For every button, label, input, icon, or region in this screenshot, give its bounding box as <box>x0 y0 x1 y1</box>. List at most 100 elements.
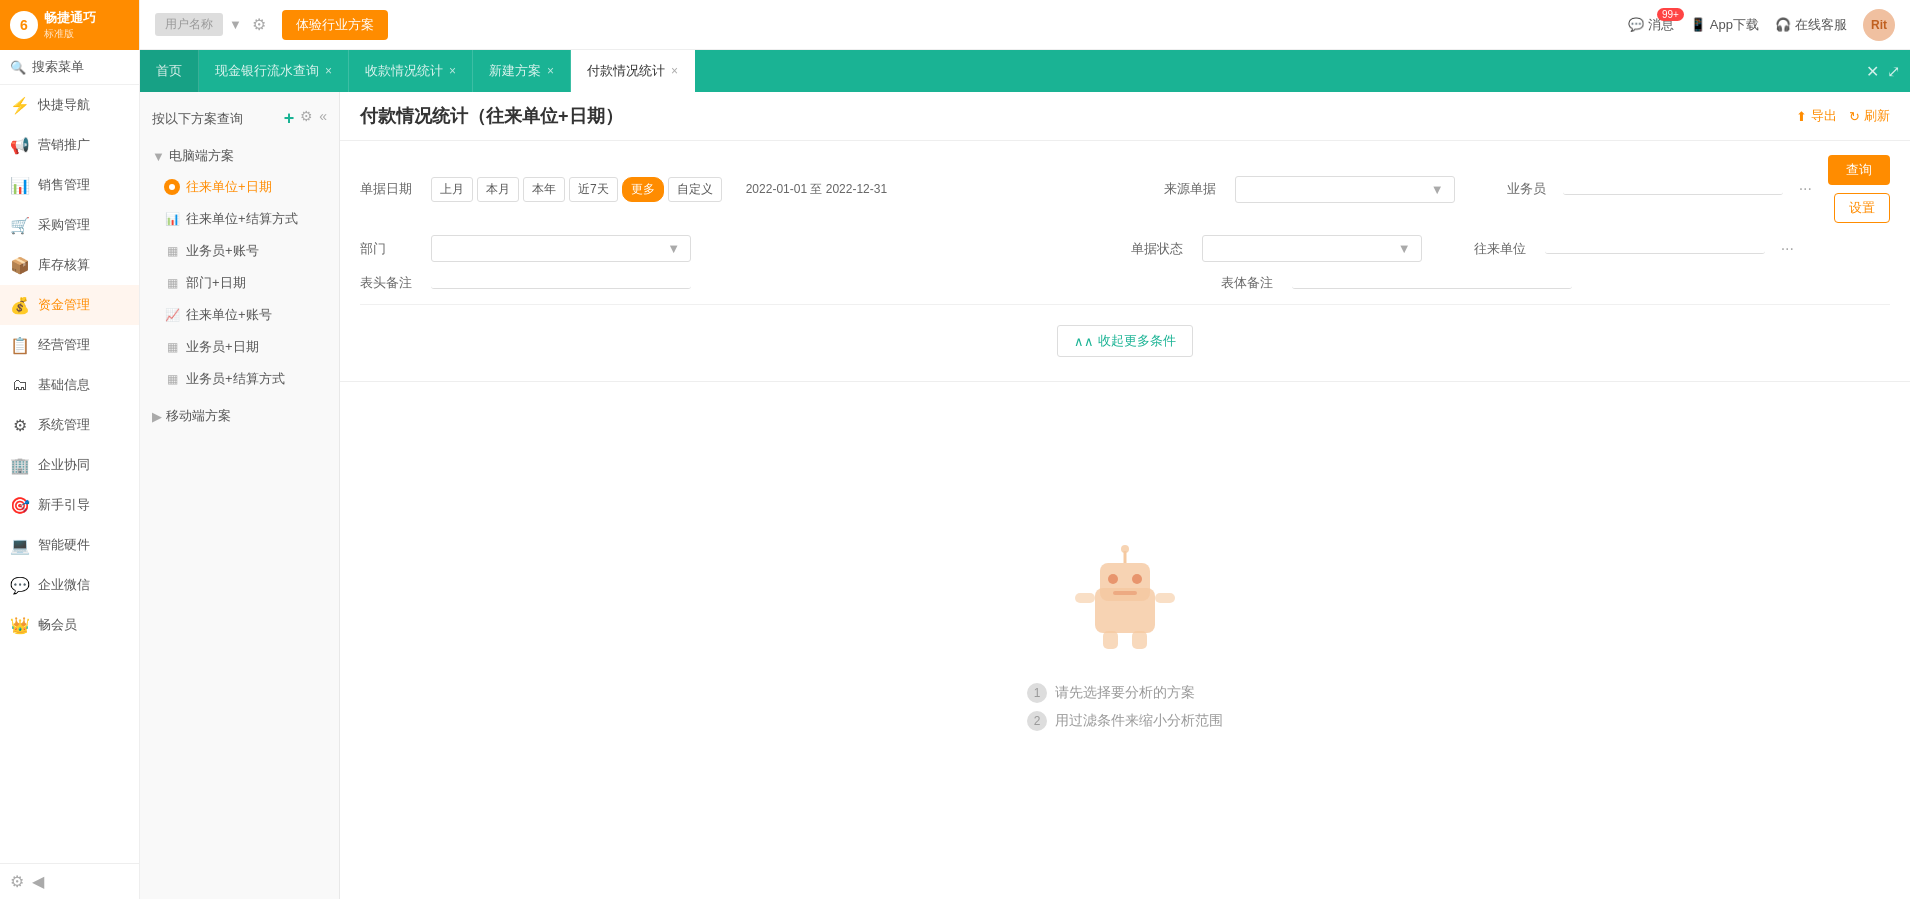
staff-more-btn[interactable]: ··· <box>1799 180 1812 198</box>
panel-collapse-btn[interactable]: « <box>319 108 327 129</box>
empty-state: 1 请先选择要分析的方案 2 用过滤条件来缩小分析范围 <box>340 382 1910 899</box>
panel-add-btn[interactable]: + <box>284 108 295 129</box>
scheme-group-name: 电脑端方案 <box>169 147 234 165</box>
body-note-input[interactable] <box>1292 278 1572 289</box>
sidebar-logo: 6 畅捷通巧 标准版 <box>0 0 139 50</box>
filter-row-3: 表头备注 表体备注 <box>360 274 1890 292</box>
source-label: 来源单据 <box>1164 180 1219 198</box>
online-service-label: 在线客服 <box>1795 16 1847 34</box>
tab-receipt-stats[interactable]: 收款情况统计 × <box>349 50 473 92</box>
tab-payment-stats[interactable]: 付款情况统计 × <box>571 50 695 92</box>
sidebar-item-vip[interactable]: 👑 畅会员 <box>0 605 139 645</box>
right-main: 付款情况统计（往来单位+日期） ⬆ 导出 ↻ 刷新 单据日期 <box>340 92 1910 899</box>
scheme-item-staff-account[interactable]: ▦ 业务员+账号 <box>140 235 339 267</box>
service-icon: 🎧 <box>1775 17 1791 32</box>
app-download-btn[interactable]: 📱 App下载 <box>1690 16 1759 34</box>
tab-close-icon[interactable]: × <box>671 64 678 78</box>
sidebar-item-inventory[interactable]: 📦 库存核算 <box>0 245 139 285</box>
tab-new-plan[interactable]: 新建方案 × <box>473 50 571 92</box>
operation-icon: 📋 <box>10 335 30 355</box>
export-btn[interactable]: ⬆ 导出 <box>1796 107 1837 125</box>
query-btn[interactable]: 查询 <box>1828 155 1890 185</box>
sidebar-item-marketing[interactable]: 📢 营销推广 <box>0 125 139 165</box>
date-btn-this-year[interactable]: 本年 <box>523 177 565 202</box>
sidebar-item-basic-info[interactable]: 🗂 基础信息 <box>0 365 139 405</box>
tab-controls: ✕ ⤢ <box>1856 50 1910 92</box>
scheme-item-staff-settle[interactable]: ▦ 业务员+结算方式 <box>140 363 339 395</box>
body-note-label: 表体备注 <box>1221 274 1276 292</box>
sidebar-item-label: 销售管理 <box>38 176 90 194</box>
scheme-group-mobile-name: 移动端方案 <box>166 407 231 425</box>
sidebar-item-finance[interactable]: 💰 资金管理 <box>0 285 139 325</box>
tab-close-icon[interactable]: × <box>325 64 332 78</box>
partner-label: 往来单位 <box>1474 240 1529 258</box>
maximize-icon[interactable]: ⤢ <box>1887 62 1900 81</box>
dept-select[interactable]: ▼ <box>431 235 691 262</box>
online-service-btn[interactable]: 🎧 在线客服 <box>1775 16 1847 34</box>
scheme-group-desktop: ▼ 电脑端方案 往来单位+日期 📊 往来单位+结算方式 ▦ 业务员+账号 <box>140 141 339 395</box>
sidebar-item-quick-nav[interactable]: ⚡ 快捷导航 <box>0 85 139 125</box>
scheme-group-arrow: ▼ <box>152 149 165 164</box>
doc-status-label: 单据状态 <box>1131 240 1186 258</box>
date-btn-last-month[interactable]: 上月 <box>431 177 473 202</box>
tab-bank-flow[interactable]: 现金银行流水查询 × <box>199 50 349 92</box>
trial-btn[interactable]: 体验行业方案 <box>282 10 388 40</box>
export-icon: ⬆ <box>1796 109 1807 124</box>
scheme-group-header[interactable]: ▼ 电脑端方案 <box>140 141 339 171</box>
scheme-item-unit-date[interactable]: 往来单位+日期 <box>140 171 339 203</box>
close-all-icon[interactable]: ✕ <box>1866 62 1879 81</box>
sidebar-item-operation[interactable]: 📋 经营管理 <box>0 325 139 365</box>
scheme-group-mobile-header[interactable]: ▶ 移动端方案 <box>140 401 339 431</box>
bottom-collapse-icon[interactable]: ◀ <box>32 872 44 891</box>
search-menu[interactable]: 🔍 搜索菜单 <box>0 50 139 85</box>
sidebar: 6 畅捷通巧 标准版 🔍 搜索菜单 ⚡ 快捷导航 📢 营销推广 📊 销售管理 🛒… <box>0 0 140 899</box>
sidebar-item-label: 企业微信 <box>38 576 90 594</box>
partner-input[interactable] <box>1545 243 1765 254</box>
sidebar-item-guide[interactable]: 🎯 新手引导 <box>0 485 139 525</box>
scheme-item-staff-date[interactable]: ▦ 业务员+日期 <box>140 331 339 363</box>
messages-btn[interactable]: 💬 消息 99+ <box>1628 16 1674 34</box>
staff-input[interactable] <box>1563 184 1783 195</box>
header-note-input[interactable] <box>431 278 691 289</box>
tab-home[interactable]: 首页 <box>140 50 199 92</box>
source-select[interactable]: ▼ <box>1235 176 1455 203</box>
sidebar-item-purchase[interactable]: 🛒 采购管理 <box>0 205 139 245</box>
sidebar-item-wechat[interactable]: 💬 企业微信 <box>0 565 139 605</box>
sidebar-item-system[interactable]: ⚙ 系统管理 <box>0 405 139 445</box>
topbar: 用户名称 ▼ ⚙ 体验行业方案 💬 消息 99+ 📱 App下载 🎧 在线客服 … <box>140 0 1910 50</box>
tab-close-icon[interactable]: × <box>547 64 554 78</box>
scheme-item-label: 往来单位+账号 <box>186 306 272 324</box>
system-icon: ⚙ <box>10 415 30 435</box>
settings-btn[interactable]: 设置 <box>1834 193 1890 223</box>
sidebar-item-hardware[interactable]: 💻 智能硬件 <box>0 525 139 565</box>
sidebar-item-sales[interactable]: 📊 销售管理 <box>0 165 139 205</box>
hint-text-2: 用过滤条件来缩小分析范围 <box>1055 712 1223 730</box>
date-btn-more[interactable]: 更多 <box>622 177 664 202</box>
sidebar-item-corp[interactable]: 🏢 企业协同 <box>0 445 139 485</box>
wechat-icon: 💬 <box>10 575 30 595</box>
topbar-settings-icon[interactable]: ⚙ <box>252 15 266 34</box>
filter-row-2: 部门 ▼ 单据状态 ▼ 往来单位 ··· <box>360 235 1890 262</box>
panel-header-text: 按以下方案查询 <box>152 110 243 128</box>
scheme-item-unit-account[interactable]: 📈 往来单位+账号 <box>140 299 339 331</box>
scheme-item-dept-date[interactable]: ▦ 部门+日期 <box>140 267 339 299</box>
hint-2: 2 用过滤条件来缩小分析范围 <box>1027 711 1223 731</box>
partner-more-btn[interactable]: ··· <box>1781 240 1794 258</box>
refresh-btn[interactable]: ↻ 刷新 <box>1849 107 1890 125</box>
date-btn-custom[interactable]: 自定义 <box>668 177 722 202</box>
panel-settings-btn[interactable]: ⚙ <box>300 108 313 129</box>
user-dropdown-icon[interactable]: ▼ <box>229 17 242 32</box>
sidebar-item-label: 经营管理 <box>38 336 90 354</box>
date-btn-7days[interactable]: 近7天 <box>569 177 618 202</box>
messages-badge: 99+ <box>1657 8 1684 21</box>
sidebar-item-label: 畅会员 <box>38 616 77 634</box>
avatar[interactable]: Rit <box>1863 9 1895 41</box>
bottom-settings-icon[interactable]: ⚙ <box>10 872 24 891</box>
scheme-item-unit-settle[interactable]: 📊 往来单位+结算方式 <box>140 203 339 235</box>
collapse-btn[interactable]: ∧∧ 收起更多条件 <box>1057 325 1193 357</box>
avatar-text: Rit <box>1871 18 1887 32</box>
tab-close-icon[interactable]: × <box>449 64 456 78</box>
doc-status-select[interactable]: ▼ <box>1202 235 1422 262</box>
sidebar-item-label: 系统管理 <box>38 416 90 434</box>
date-btn-this-month[interactable]: 本月 <box>477 177 519 202</box>
